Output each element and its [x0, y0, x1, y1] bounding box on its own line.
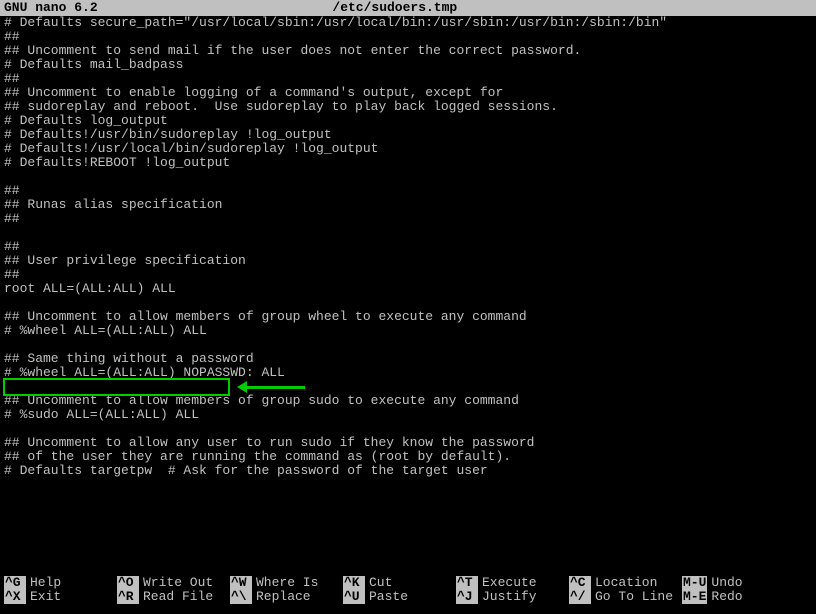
editor-line[interactable]: ## sudoreplay and reboot. Use sudoreplay…	[4, 100, 812, 114]
help-key: ^G	[4, 576, 26, 590]
editor-line[interactable]: # Defaults secure_path="/usr/local/sbin:…	[4, 16, 812, 30]
help-label: Exit	[26, 590, 61, 604]
editor-line[interactable]: ##	[4, 240, 812, 254]
help-key: ^T	[456, 576, 478, 590]
help-item: M-ERedo	[682, 590, 795, 604]
help-key: ^C	[569, 576, 591, 590]
editor-line[interactable]: # Defaults log_output	[4, 114, 812, 128]
filename: /etc/sudoers.tmp	[98, 1, 692, 15]
help-label: Paste	[365, 590, 408, 604]
titlebar: GNU nano 6.2 /etc/sudoers.tmp	[0, 0, 816, 16]
editor-line[interactable]	[4, 226, 812, 240]
help-key: ^U	[343, 590, 365, 604]
editor-line[interactable]	[4, 380, 812, 394]
help-item: ^/Go To Line	[569, 590, 682, 604]
app-name: GNU nano 6.2	[4, 1, 98, 15]
editor-line[interactable]: # Defaults!REBOOT !log_output	[4, 156, 812, 170]
editor-line[interactable]: ## Uncomment to allow members of group w…	[4, 310, 812, 324]
help-label: Read File	[139, 590, 213, 604]
editor-line[interactable]: ##	[4, 184, 812, 198]
help-item: ^XExit	[4, 590, 117, 604]
help-bar: ^GHelp^OWrite Out^WWhere Is^KCut^TExecut…	[0, 576, 816, 604]
help-item: ^GHelp	[4, 576, 117, 590]
editor-line[interactable]: ##	[4, 30, 812, 44]
help-item: ^\Replace	[230, 590, 343, 604]
editor-line[interactable]: ## Uncomment to allow any user to run su…	[4, 436, 812, 450]
help-item: ^TExecute	[456, 576, 569, 590]
help-item: ^WWhere Is	[230, 576, 343, 590]
editor-line[interactable]: # Defaults!/usr/local/bin/sudoreplay !lo…	[4, 142, 812, 156]
help-item: ^JJustify	[456, 590, 569, 604]
help-item: ^CLocation	[569, 576, 682, 590]
editor-line[interactable]: # %wheel ALL=(ALL:ALL) NOPASSWD: ALL	[4, 366, 812, 380]
editor-line[interactable]: ## User privilege specification	[4, 254, 812, 268]
help-label: Where Is	[252, 576, 318, 590]
help-label: Replace	[252, 590, 311, 604]
editor-line[interactable]: ## of the user they are running the comm…	[4, 450, 812, 464]
editor-line[interactable]: ## Same thing without a password	[4, 352, 812, 366]
help-key: ^X	[4, 590, 26, 604]
help-label: Location	[591, 576, 657, 590]
help-label: Redo	[707, 590, 742, 604]
editor-line[interactable]	[4, 338, 812, 352]
help-item: ^OWrite Out	[117, 576, 230, 590]
editor-line[interactable]: # Defaults!/usr/bin/sudoreplay !log_outp…	[4, 128, 812, 142]
help-label: Undo	[707, 576, 742, 590]
help-label: Justify	[478, 590, 537, 604]
editor-content[interactable]: # Defaults secure_path="/usr/local/sbin:…	[0, 16, 816, 478]
editor-line[interactable]: # %sudo ALL=(ALL:ALL) ALL	[4, 408, 812, 422]
editor-line[interactable]	[4, 422, 812, 436]
help-key: ^W	[230, 576, 252, 590]
help-item: ^RRead File	[117, 590, 230, 604]
help-row-2: ^XExit^RRead File^\Replace^UPaste^JJusti…	[4, 590, 812, 604]
editor-line[interactable]	[4, 296, 812, 310]
help-key: M-U	[682, 576, 707, 590]
help-label: Help	[26, 576, 61, 590]
editor-line[interactable]: ## Uncomment to send mail if the user do…	[4, 44, 812, 58]
editor-line[interactable]: ## Runas alias specification	[4, 198, 812, 212]
editor-line[interactable]: # %wheel ALL=(ALL:ALL) ALL	[4, 324, 812, 338]
help-key: ^K	[343, 576, 365, 590]
help-row-1: ^GHelp^OWrite Out^WWhere Is^KCut^TExecut…	[4, 576, 812, 590]
editor-line[interactable]: ## Uncomment to allow members of group s…	[4, 394, 812, 408]
editor-line[interactable]: # Defaults mail_badpass	[4, 58, 812, 72]
editor-line[interactable]: root ALL=(ALL:ALL) ALL	[4, 282, 812, 296]
help-key: ^R	[117, 590, 139, 604]
help-key: ^O	[117, 576, 139, 590]
help-label: Execute	[478, 576, 537, 590]
help-key: ^J	[456, 590, 478, 604]
editor-line[interactable]: ##	[4, 72, 812, 86]
editor-line[interactable]	[4, 170, 812, 184]
help-item: M-UUndo	[682, 576, 795, 590]
help-label: Go To Line	[591, 590, 673, 604]
help-item: ^KCut	[343, 576, 456, 590]
editor-line[interactable]: ##	[4, 212, 812, 226]
editor-line[interactable]: # Defaults targetpw # Ask for the passwo…	[4, 464, 812, 478]
help-key: M-E	[682, 590, 707, 604]
help-label: Cut	[365, 576, 392, 590]
help-item: ^UPaste	[343, 590, 456, 604]
help-key: ^/	[569, 590, 591, 604]
help-key: ^\	[230, 590, 252, 604]
editor-line[interactable]: ##	[4, 268, 812, 282]
help-label: Write Out	[139, 576, 213, 590]
editor-line[interactable]: ## Uncomment to enable logging of a comm…	[4, 86, 812, 100]
